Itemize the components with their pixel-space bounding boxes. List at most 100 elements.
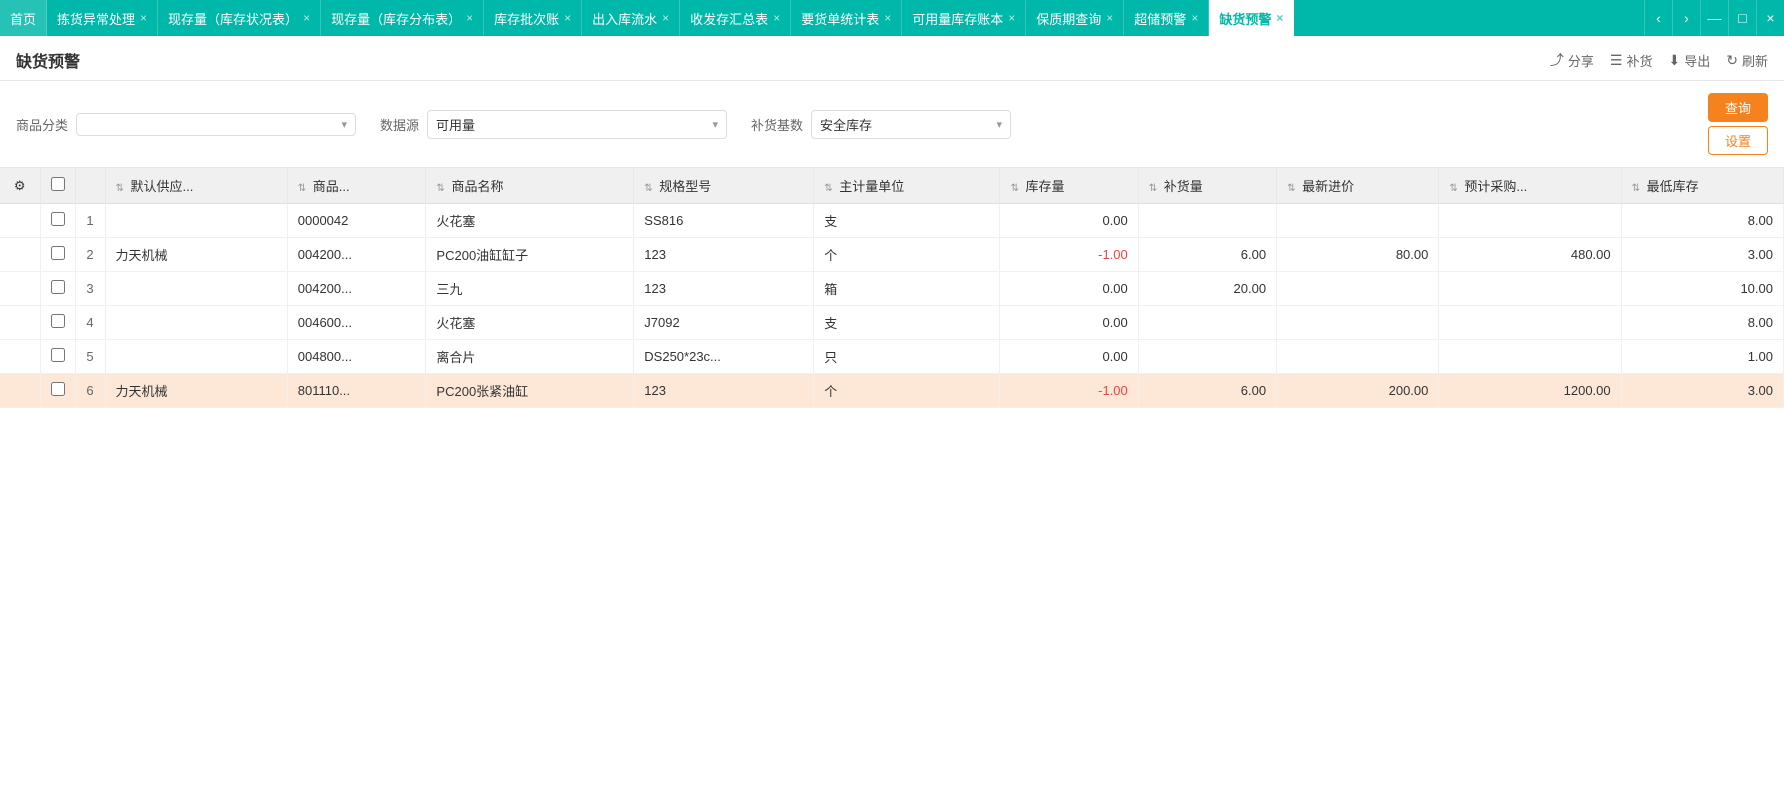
- nav-tab-home[interactable]: 首页: [0, 0, 47, 36]
- datasource-label: 数据源: [380, 115, 419, 134]
- close-icon[interactable]: ×: [662, 11, 669, 25]
- column-index-header: [75, 168, 105, 204]
- nav-tab-batch[interactable]: 库存批次账 ×: [484, 0, 582, 36]
- nav-tab-stock1[interactable]: 现存量（库存状况表） ×: [158, 0, 321, 36]
- nav-next-button[interactable]: ›: [1672, 0, 1700, 36]
- data-table-container: ⚙ ⇅ 默认供应... ⇅ 商品... ⇅ 商品名称: [0, 168, 1784, 408]
- header-actions: ⤴ 分享 ☰ 补货 ⬇ 导出 ↻ 刷新: [1550, 50, 1768, 70]
- page-title: 缺货预警: [16, 48, 80, 72]
- row-unit-cell: 箱: [814, 272, 1000, 306]
- row-spec-cell: 123: [634, 374, 814, 408]
- column-replenish-header[interactable]: ⇅ 补货量: [1138, 168, 1276, 204]
- export-button[interactable]: ⬇ 导出: [1669, 51, 1711, 70]
- chevron-down-icon: ▾: [713, 118, 719, 131]
- table-row[interactable]: 5 004800... 离合片 DS250*23c... 只 0.00 1.00: [0, 340, 1784, 374]
- close-icon[interactable]: ×: [1106, 11, 1113, 25]
- nav-tab-overstock[interactable]: 超储预警 ×: [1124, 0, 1209, 36]
- row-code-cell: 004200...: [287, 272, 426, 306]
- row-stock-cell: 0.00: [1000, 306, 1138, 340]
- nav-tab-flow[interactable]: 出入库流水 ×: [582, 0, 680, 36]
- nav-tab-available[interactable]: 可用量库存账本 ×: [902, 0, 1026, 36]
- row-checkbox[interactable]: [51, 314, 65, 328]
- row-min-stock-cell: 8.00: [1621, 306, 1783, 340]
- table-row[interactable]: 4 004600... 火花塞 J7092 支 0.00 8.00: [0, 306, 1784, 340]
- row-checkbox[interactable]: [51, 280, 65, 294]
- column-min-stock-header[interactable]: ⇅ 最低库存: [1621, 168, 1783, 204]
- nav-tab-shortage[interactable]: 缺货预警 ×: [1209, 0, 1294, 36]
- column-est-purchase-header[interactable]: ⇅ 预计采购...: [1439, 168, 1621, 204]
- row-est-purchase-cell: [1439, 340, 1621, 374]
- select-all-checkbox[interactable]: [51, 177, 65, 191]
- row-index-cell: 2: [75, 238, 105, 272]
- row-checkbox[interactable]: [51, 348, 65, 362]
- nav-tab-expiry[interactable]: 保质期查询 ×: [1026, 0, 1124, 36]
- row-checkbox-cell[interactable]: [40, 204, 75, 238]
- row-supplier-cell: [105, 340, 287, 374]
- row-stock-cell: 0.00: [1000, 340, 1138, 374]
- refresh-button[interactable]: ↻ 刷新: [1726, 51, 1768, 70]
- nav-tab-requisition[interactable]: 要货单统计表 ×: [791, 0, 902, 36]
- nav-tab-summary[interactable]: 收发存汇总表 ×: [680, 0, 791, 36]
- table-row[interactable]: 3 004200... 三九 123 箱 0.00 20.00 10.00: [0, 272, 1784, 306]
- replenish-button[interactable]: ☰ 补货: [1610, 51, 1653, 70]
- row-gear-cell: [0, 272, 40, 306]
- column-code-header[interactable]: ⇅ 商品...: [287, 168, 426, 204]
- row-min-stock-cell: 10.00: [1621, 272, 1783, 306]
- row-supplier-cell: [105, 306, 287, 340]
- row-spec-cell: 123: [634, 238, 814, 272]
- row-checkbox[interactable]: [51, 246, 65, 260]
- replenish-base-select[interactable]: 安全库存 ▾: [811, 110, 1011, 139]
- replenish-base-label: 补货基数: [751, 115, 803, 134]
- close-icon[interactable]: ×: [884, 11, 891, 25]
- table-row[interactable]: 6 力天机械 801110... PC200张紧油缸 123 个 -1.00 6…: [0, 374, 1784, 408]
- close-icon[interactable]: ×: [303, 11, 310, 25]
- close-icon[interactable]: ×: [564, 11, 571, 25]
- row-est-purchase-cell: [1439, 272, 1621, 306]
- row-latest-price-cell: [1277, 204, 1439, 238]
- column-supplier-header[interactable]: ⇅ 默认供应...: [105, 168, 287, 204]
- row-checkbox-cell[interactable]: [40, 306, 75, 340]
- query-button[interactable]: 查询: [1708, 93, 1768, 122]
- close-icon[interactable]: ×: [1191, 11, 1198, 25]
- table-row[interactable]: 2 力天机械 004200... PC200油缸缸子 123 个 -1.00 6…: [0, 238, 1784, 272]
- close-icon[interactable]: ×: [1008, 11, 1015, 25]
- row-stock-cell: -1.00: [1000, 238, 1138, 272]
- datasource-select[interactable]: 可用量 ▾: [427, 110, 727, 139]
- column-settings-header[interactable]: ⚙: [0, 168, 40, 204]
- row-name-cell: 离合片: [426, 340, 634, 374]
- action-btn-group: 查询 设置: [1708, 93, 1768, 155]
- close-icon[interactable]: ×: [773, 11, 780, 25]
- row-gear-cell: [0, 204, 40, 238]
- nav-tab-picking[interactable]: 拣货异常处理 ×: [47, 0, 158, 36]
- row-unit-cell: 支: [814, 204, 1000, 238]
- nav-prev-button[interactable]: ‹: [1644, 0, 1672, 36]
- settings-button[interactable]: 设置: [1708, 126, 1768, 155]
- sort-icon: ⇅: [1010, 183, 1018, 194]
- row-checkbox-cell[interactable]: [40, 374, 75, 408]
- category-select[interactable]: ▾: [76, 113, 356, 136]
- row-checkbox-cell[interactable]: [40, 272, 75, 306]
- column-stock-header[interactable]: ⇅ 库存量: [1000, 168, 1138, 204]
- close-icon[interactable]: ×: [140, 11, 147, 25]
- window-minimize-button[interactable]: —: [1700, 0, 1728, 36]
- table-row[interactable]: 1 0000042 火花塞 SS816 支 0.00 8.00: [0, 204, 1784, 238]
- row-stock-cell: 0.00: [1000, 204, 1138, 238]
- sort-icon: ⇅: [436, 183, 444, 194]
- row-checkbox-cell[interactable]: [40, 340, 75, 374]
- row-code-cell: 801110...: [287, 374, 426, 408]
- window-maximize-button[interactable]: □: [1728, 0, 1756, 36]
- column-name-header[interactable]: ⇅ 商品名称: [426, 168, 634, 204]
- close-icon[interactable]: ×: [1276, 11, 1283, 25]
- column-unit-header[interactable]: ⇅ 主计量单位: [814, 168, 1000, 204]
- window-close-button[interactable]: ×: [1756, 0, 1784, 36]
- column-spec-header[interactable]: ⇅ 规格型号: [634, 168, 814, 204]
- nav-tab-stock2[interactable]: 现存量（库存分布表） ×: [321, 0, 484, 36]
- row-gear-cell: [0, 238, 40, 272]
- close-icon[interactable]: ×: [466, 11, 473, 25]
- row-checkbox[interactable]: [51, 212, 65, 226]
- sort-icon: ⇅: [1287, 183, 1295, 194]
- row-checkbox[interactable]: [51, 382, 65, 396]
- row-checkbox-cell[interactable]: [40, 238, 75, 272]
- column-latest-price-header[interactable]: ⇅ 最新进价: [1277, 168, 1439, 204]
- share-button[interactable]: ⤴ 分享: [1550, 50, 1594, 70]
